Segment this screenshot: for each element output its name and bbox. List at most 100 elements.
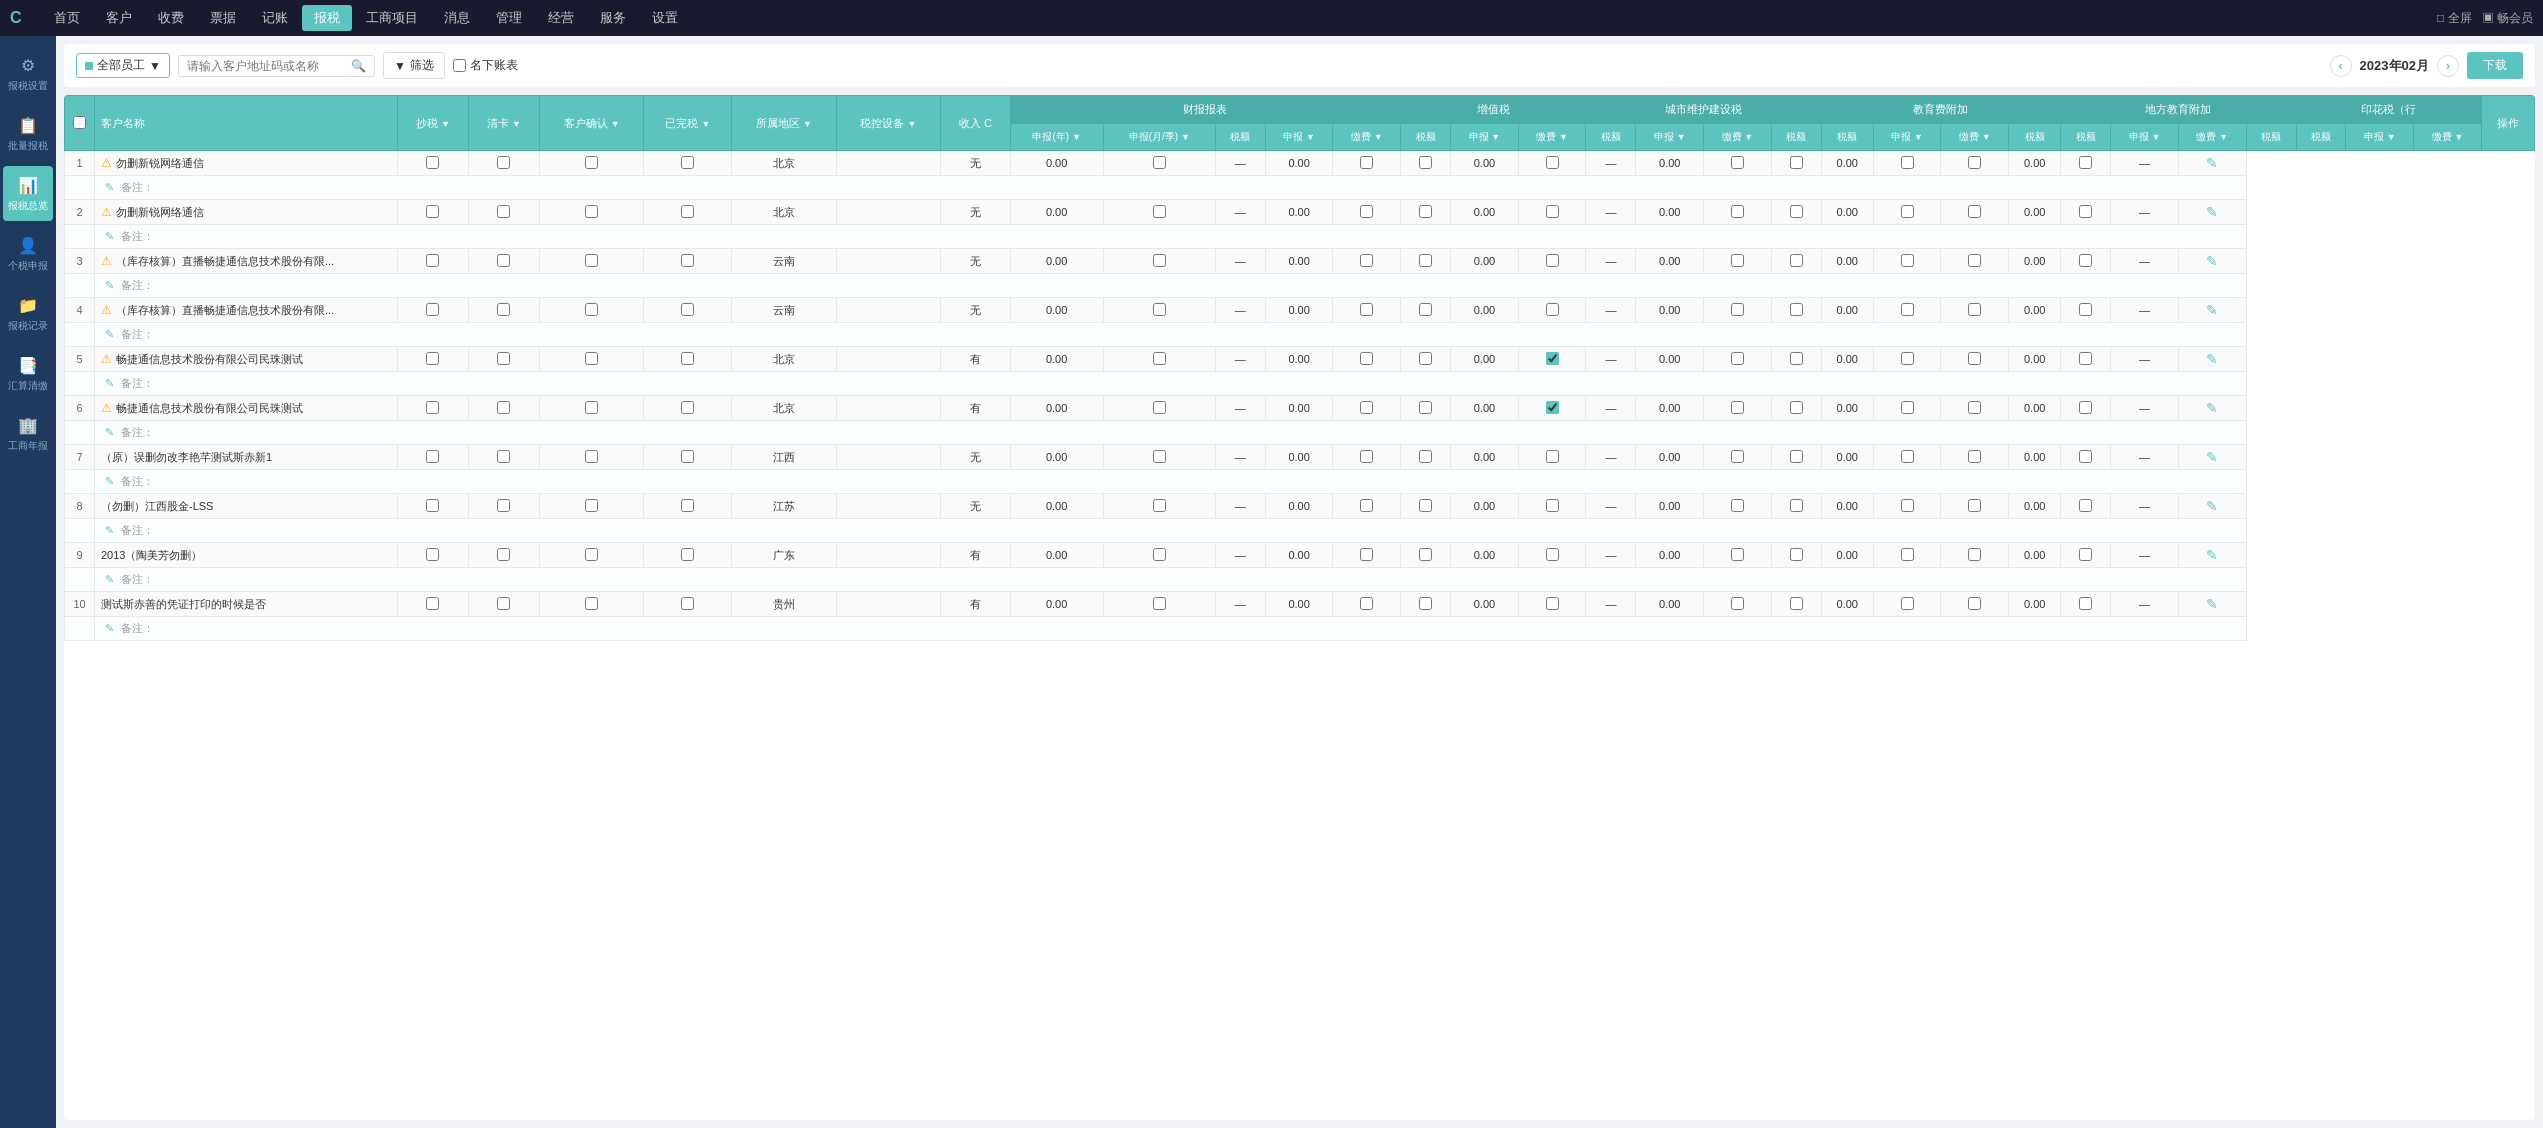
filter-button[interactable]: ▼ 筛选 <box>383 52 445 79</box>
nav-service[interactable]: 服务 <box>588 5 638 31</box>
nav-message[interactable]: 消息 <box>432 5 482 31</box>
vat-pay-checkbox[interactable] <box>1419 254 1432 267</box>
clear-card-checkbox[interactable] <box>497 597 510 610</box>
copy-tax-checkbox[interactable] <box>426 401 439 414</box>
select-all-checkbox[interactable] <box>73 116 86 129</box>
sidebar-item-annual-report[interactable]: 🏢 工商年报 <box>3 406 53 461</box>
edu-pay-checkbox[interactable] <box>1790 548 1803 561</box>
sidebar-item-tax-overview[interactable]: 📊 报税总览 <box>3 166 53 221</box>
client-confirm-checkbox[interactable] <box>585 401 598 414</box>
edit-icon[interactable]: ✎ <box>2206 498 2218 514</box>
search-input[interactable] <box>187 59 347 73</box>
stamp-declare-checkbox[interactable] <box>2079 156 2092 169</box>
urban-declare-checkbox[interactable] <box>1546 205 1559 218</box>
sidebar-item-tax-records[interactable]: 📁 报税记录 <box>3 286 53 341</box>
ledu-declare-checkbox[interactable] <box>1901 156 1914 169</box>
fin-year-checkbox[interactable] <box>1153 205 1166 218</box>
completed-tax-checkbox[interactable] <box>681 597 694 610</box>
clear-card-checkbox[interactable] <box>497 499 510 512</box>
edu-declare-checkbox[interactable] <box>1731 352 1744 365</box>
edu-pay-checkbox[interactable] <box>1790 254 1803 267</box>
edit-icon[interactable]: ✎ <box>2206 204 2218 220</box>
edu-declare-checkbox[interactable] <box>1731 597 1744 610</box>
vat-declare-checkbox[interactable] <box>1360 597 1373 610</box>
ledu-pay-checkbox[interactable] <box>1968 597 1981 610</box>
ledu-declare-checkbox[interactable] <box>1901 352 1914 365</box>
copy-tax-checkbox[interactable] <box>426 303 439 316</box>
edit-icon[interactable]: ✎ <box>2206 596 2218 612</box>
edit-icon[interactable]: ✎ <box>2206 253 2218 269</box>
copy-tax-checkbox[interactable] <box>426 156 439 169</box>
ledu-pay-checkbox[interactable] <box>1968 352 1981 365</box>
copy-tax-checkbox[interactable] <box>426 450 439 463</box>
client-confirm-checkbox[interactable] <box>585 156 598 169</box>
urban-declare-checkbox[interactable] <box>1546 401 1559 414</box>
stamp-declare-checkbox[interactable] <box>2079 499 2092 512</box>
edu-pay-checkbox[interactable] <box>1790 205 1803 218</box>
urban-declare-checkbox[interactable] <box>1546 254 1559 267</box>
stamp-declare-checkbox[interactable] <box>2079 548 2092 561</box>
client-confirm-checkbox[interactable] <box>585 548 598 561</box>
edu-declare-checkbox[interactable] <box>1731 205 1744 218</box>
vat-pay-checkbox[interactable] <box>1419 548 1432 561</box>
fullscreen-btn[interactable]: □ 全屏 <box>2437 10 2472 27</box>
urban-declare-checkbox[interactable] <box>1546 597 1559 610</box>
next-month-button[interactable]: › <box>2437 55 2459 77</box>
edit-icon[interactable]: ✎ <box>2206 155 2218 171</box>
copy-tax-checkbox[interactable] <box>426 205 439 218</box>
nav-business[interactable]: 工商项目 <box>354 5 430 31</box>
edu-declare-checkbox[interactable] <box>1731 548 1744 561</box>
stamp-declare-checkbox[interactable] <box>2079 401 2092 414</box>
urban-declare-checkbox[interactable] <box>1546 352 1559 365</box>
edu-pay-checkbox[interactable] <box>1790 450 1803 463</box>
vat-pay-checkbox[interactable] <box>1419 499 1432 512</box>
edu-pay-checkbox[interactable] <box>1790 499 1803 512</box>
nav-bookkeeping[interactable]: 记账 <box>250 5 300 31</box>
clear-card-checkbox[interactable] <box>497 254 510 267</box>
vat-pay-checkbox[interactable] <box>1419 401 1432 414</box>
vat-declare-checkbox[interactable] <box>1360 254 1373 267</box>
sidebar-item-annual-settlement[interactable]: 📑 汇算清缴 <box>3 346 53 401</box>
ledu-declare-checkbox[interactable] <box>1901 499 1914 512</box>
ledu-declare-checkbox[interactable] <box>1901 597 1914 610</box>
fin-year-checkbox[interactable] <box>1153 450 1166 463</box>
client-confirm-checkbox[interactable] <box>585 450 598 463</box>
download-button[interactable]: 下载 <box>2467 52 2523 79</box>
urban-declare-checkbox[interactable] <box>1546 499 1559 512</box>
vat-pay-checkbox[interactable] <box>1419 156 1432 169</box>
fin-year-checkbox[interactable] <box>1153 303 1166 316</box>
vat-pay-checkbox[interactable] <box>1419 352 1432 365</box>
clear-card-checkbox[interactable] <box>497 205 510 218</box>
client-confirm-checkbox[interactable] <box>585 254 598 267</box>
ledu-pay-checkbox[interactable] <box>1968 205 1981 218</box>
client-confirm-checkbox[interactable] <box>585 205 598 218</box>
ledu-declare-checkbox[interactable] <box>1901 401 1914 414</box>
clear-card-checkbox[interactable] <box>497 401 510 414</box>
fin-year-checkbox[interactable] <box>1153 401 1166 414</box>
edu-pay-checkbox[interactable] <box>1790 303 1803 316</box>
nav-invoice[interactable]: 票据 <box>198 5 248 31</box>
completed-tax-checkbox[interactable] <box>681 205 694 218</box>
edu-pay-checkbox[interactable] <box>1790 156 1803 169</box>
ledu-declare-checkbox[interactable] <box>1901 303 1914 316</box>
edu-declare-checkbox[interactable] <box>1731 450 1744 463</box>
edu-pay-checkbox[interactable] <box>1790 597 1803 610</box>
copy-tax-checkbox[interactable] <box>426 254 439 267</box>
ledu-declare-checkbox[interactable] <box>1901 205 1914 218</box>
vat-pay-checkbox[interactable] <box>1419 205 1432 218</box>
fin-year-checkbox[interactable] <box>1153 499 1166 512</box>
edit-icon[interactable]: ✎ <box>2206 400 2218 416</box>
copy-tax-checkbox[interactable] <box>426 597 439 610</box>
stamp-declare-checkbox[interactable] <box>2079 254 2092 267</box>
edu-pay-checkbox[interactable] <box>1790 401 1803 414</box>
ledu-pay-checkbox[interactable] <box>1968 254 1981 267</box>
nav-billing[interactable]: 收费 <box>146 5 196 31</box>
completed-tax-checkbox[interactable] <box>681 254 694 267</box>
client-confirm-checkbox[interactable] <box>585 499 598 512</box>
edit-icon[interactable]: ✎ <box>2206 302 2218 318</box>
edu-declare-checkbox[interactable] <box>1731 156 1744 169</box>
nav-home[interactable]: 首页 <box>42 5 92 31</box>
edit-icon[interactable]: ✎ <box>2206 449 2218 465</box>
fin-year-checkbox[interactable] <box>1153 548 1166 561</box>
ledu-pay-checkbox[interactable] <box>1968 499 1981 512</box>
